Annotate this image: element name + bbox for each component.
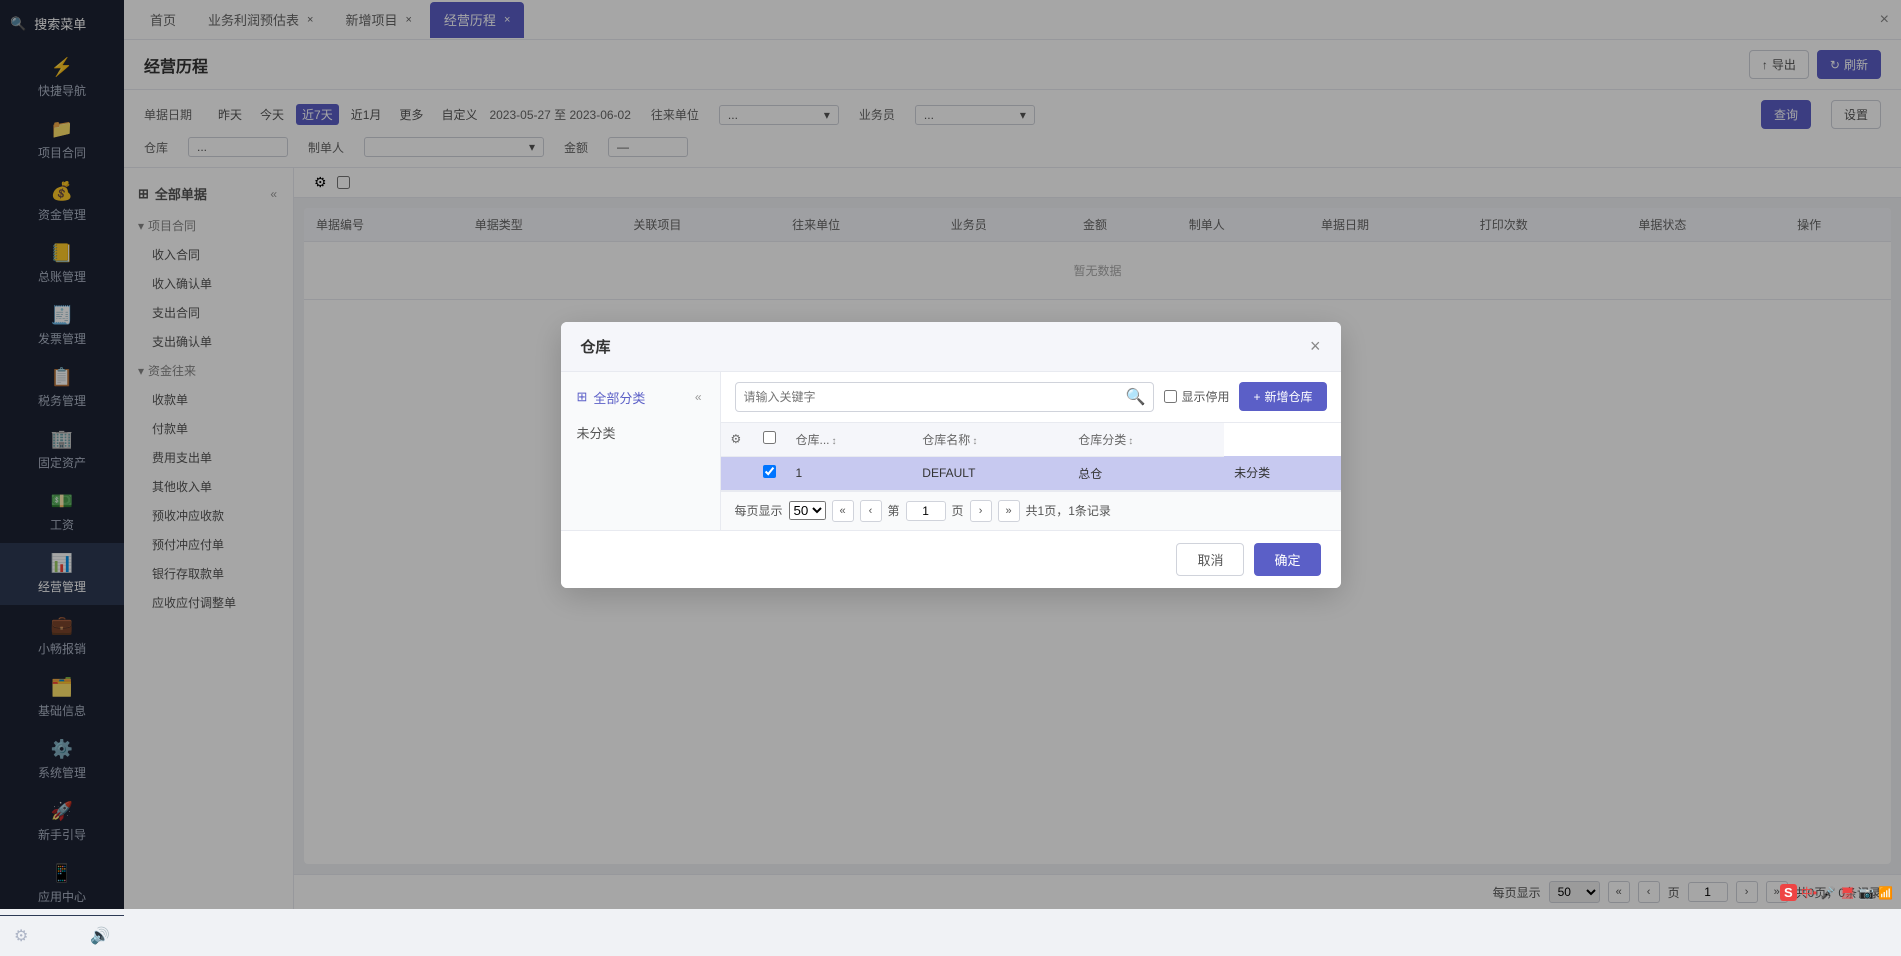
dialog-confirm-button[interactable]: 确定 xyxy=(1254,543,1320,576)
add-warehouse-button[interactable]: + 新增仓库 xyxy=(1239,382,1326,411)
category-unclassified-label: 未分类 xyxy=(577,423,616,442)
dialog-page-input[interactable] xyxy=(906,501,946,521)
table-row[interactable]: 1 DEFAULT 总仓 未分类 xyxy=(721,456,1341,490)
dialog-page-label: 第 xyxy=(888,502,900,519)
add-label: 新增仓库 xyxy=(1264,388,1312,405)
dialog-search-box[interactable]: 🔍 xyxy=(735,382,1155,412)
dialog-last-btn[interactable]: » xyxy=(998,500,1020,522)
show-disabled-checkbox[interactable] xyxy=(1164,390,1177,403)
row-code: DEFAULT xyxy=(912,456,1068,490)
dialog-close-button[interactable]: × xyxy=(1310,336,1321,357)
watermark-extra: 📷 xyxy=(1859,886,1874,900)
row-checkbox[interactable] xyxy=(753,456,786,490)
watermark: S 中• 🎤 🖥 📷 📶 xyxy=(1780,884,1893,901)
col-category: 仓库分类↕ xyxy=(1068,423,1224,457)
dialog-select-all[interactable] xyxy=(763,431,776,444)
col-name: 仓库名称↕ xyxy=(912,423,1068,457)
dialog-search-input[interactable] xyxy=(744,390,1120,404)
volume-icon[interactable]: 🔊 xyxy=(90,926,110,946)
col-check xyxy=(753,423,786,457)
dialog-prev-btn[interactable]: ‹ xyxy=(860,500,882,522)
dialog-cancel-button[interactable]: 取消 xyxy=(1176,543,1244,576)
dialog-body: ⊞ 全部分类 « 未分类 🔍 显示停用 xyxy=(561,372,1341,530)
warehouse-dialog: 仓库 × ⊞ 全部分类 « 未分类 xyxy=(561,322,1341,588)
row-category: 未分类 xyxy=(1224,456,1340,490)
dialog-page-suffix: 页 xyxy=(952,502,964,519)
col-code: 仓库...↕ xyxy=(786,423,913,457)
col-settings: ⚙ xyxy=(721,423,753,457)
dialog-next-btn[interactable]: › xyxy=(970,500,992,522)
show-disabled-text: 显示停用 xyxy=(1181,388,1229,405)
watermark-icon: S xyxy=(1780,884,1797,901)
watermark-wifi: 📶 xyxy=(1878,886,1893,900)
dialog-table: ⚙ 仓库...↕ 仓库名称↕ 仓库分类↕ 1 xyxy=(721,423,1341,491)
dialog-table-header: ⚙ 仓库...↕ 仓库名称↕ 仓库分类↕ xyxy=(721,423,1341,457)
settings-icon[interactable]: ⚙ xyxy=(14,926,28,946)
dialog-table-wrap: ⚙ 仓库...↕ 仓库名称↕ 仓库分类↕ 1 xyxy=(721,423,1341,491)
modal-overlay: 仓库 × ⊞ 全部分类 « 未分类 xyxy=(0,0,1901,909)
dialog-content-panel: 🔍 显示停用 + 新增仓库 xyxy=(721,372,1341,530)
dialog-perpage-select[interactable]: 50 xyxy=(789,501,826,520)
dialog-header: 仓库 × xyxy=(561,322,1341,372)
category-collapse-btn[interactable]: « xyxy=(693,388,704,406)
watermark-monitor: 🖥 xyxy=(1840,886,1855,900)
watermark-text: 中• xyxy=(1801,884,1817,901)
dialog-title: 仓库 xyxy=(581,336,611,357)
row-settings xyxy=(721,456,753,490)
row-id: 1 xyxy=(786,456,913,490)
dialog-search-icon: 🔍 xyxy=(1126,387,1146,407)
category-all-icon: ⊞ xyxy=(577,389,588,405)
watermark-mic: 🎤 xyxy=(1821,886,1836,900)
category-all[interactable]: ⊞ 全部分类 « xyxy=(561,380,720,415)
dialog-perpage-label: 每页显示 xyxy=(735,502,783,519)
dialog-page-info: 每页显示 50 « ‹ 第 页 › » 共1页，1条记录 xyxy=(735,500,1111,522)
row-name: 总仓 xyxy=(1068,456,1224,490)
dialog-first-btn[interactable]: « xyxy=(832,500,854,522)
sidebar-bottom: ⚙ 🔊 xyxy=(0,915,124,956)
dialog-toolbar: 🔍 显示停用 + 新增仓库 xyxy=(721,372,1341,423)
show-disabled-label[interactable]: 显示停用 xyxy=(1164,388,1229,405)
add-icon: + xyxy=(1253,390,1260,404)
category-panel: ⊞ 全部分类 « 未分类 xyxy=(561,372,721,530)
category-all-label: 全部分类 xyxy=(593,388,645,407)
category-unclassified[interactable]: 未分类 xyxy=(561,415,720,450)
dialog-pagination: 每页显示 50 « ‹ 第 页 › » 共1页，1条记录 xyxy=(721,491,1341,530)
dialog-total-label: 共1页，1条记录 xyxy=(1026,502,1111,519)
